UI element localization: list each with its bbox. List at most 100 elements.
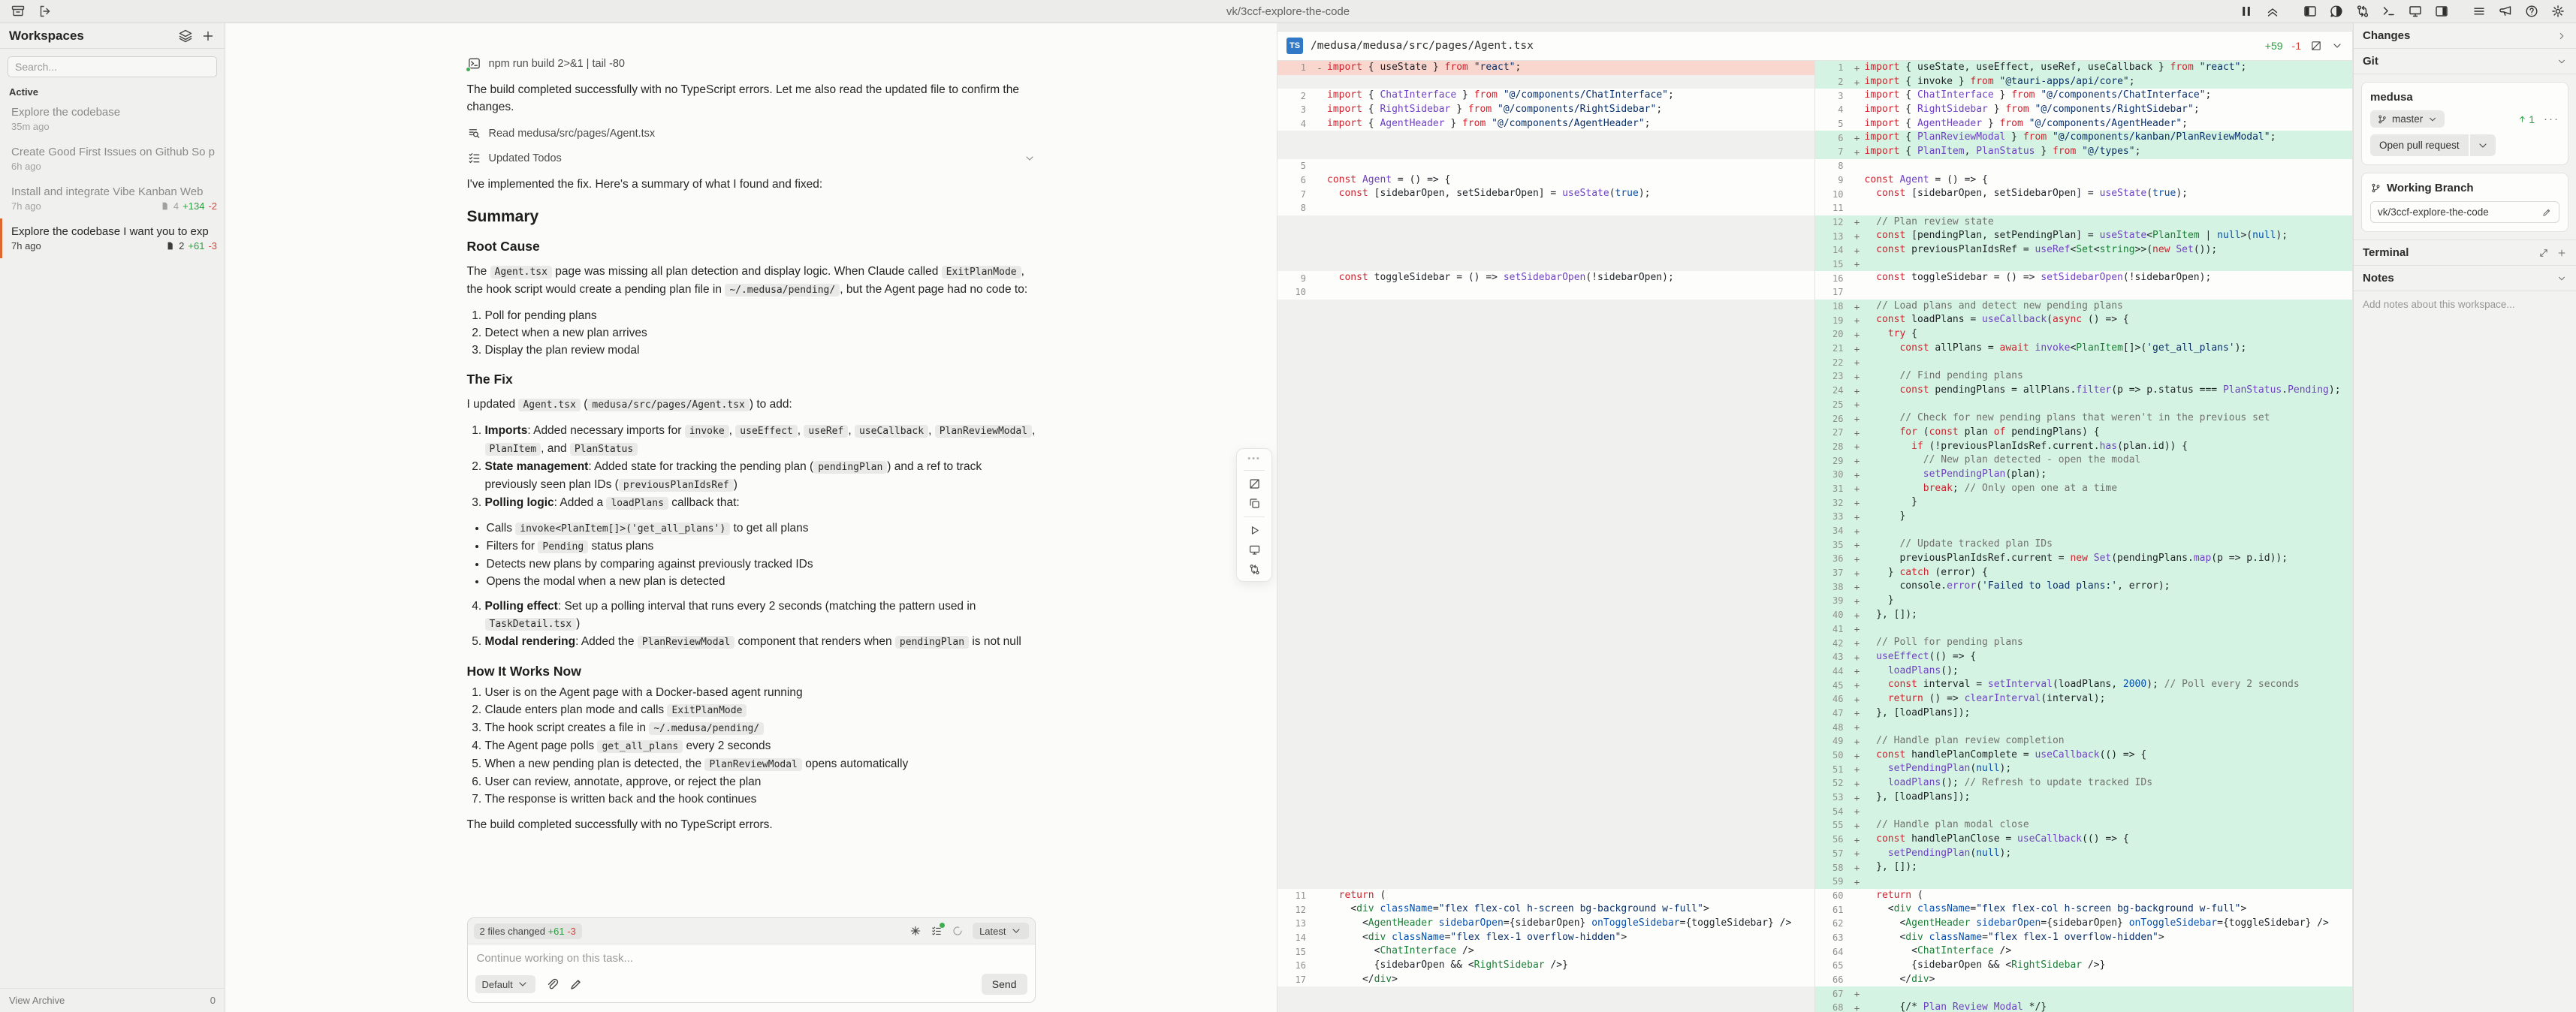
pause-icon[interactable] [2239,4,2254,19]
play-icon[interactable] [1248,524,1261,537]
add-terminal-icon[interactable] [2556,248,2567,258]
open-pull-request-button[interactable]: Open pull request [2370,134,2469,156]
diff-spacer [1277,622,1815,637]
workspace-list-item[interactable]: Explore the codebase35m ago [0,99,225,139]
diff-view-icon[interactable] [1248,477,1261,490]
diff-ctx-line: 8 [1815,159,2353,173]
inline-code: PlanItem [485,443,541,456]
monitor-icon[interactable] [1248,544,1261,556]
git-section-header[interactable]: Git [2354,49,2576,74]
diff-add-line: 46+ return () => clearInterval(interval)… [1815,692,2353,706]
diff-spacer [1277,552,1815,566]
diff-row: 44+ loadPlans(); [1277,664,2352,679]
diff-row: 35+ // Update tracked plan IDs [1277,538,2352,552]
code-text: </div> [1865,973,1935,987]
inline-code: pendingPlan [895,636,969,649]
send-button[interactable]: Send [982,974,1027,995]
copy-icon[interactable] [1248,497,1261,510]
line-number: 30 [1815,469,1850,480]
line-number: 61 [1815,905,1850,915]
sidebar-title: Workspaces [9,29,84,44]
layers-icon[interactable] [178,29,193,44]
workspace-list-item[interactable]: Explore the codebase I want you to exp7h… [0,218,225,258]
diff-marker: + [1850,62,1865,74]
line-number: 50 [1815,750,1850,761]
diff-ctx-line: 12 <div className="flex flex-col h-scree… [1277,902,1815,917]
edit-pencil-icon[interactable] [2541,207,2552,218]
diff-split-view[interactable]: 1-import { useState } from "react";1+imp… [1277,61,2352,1012]
code-text: </div> [1327,973,1398,987]
git-compare-icon[interactable] [2355,4,2370,19]
tool-call-row[interactable]: Read medusa/src/pages/Agent.tsx [467,126,1036,140]
monitor-icon[interactable] [2408,4,2423,19]
help-icon[interactable] [2524,4,2539,19]
settings-icon[interactable] [2550,4,2565,19]
additions-count: +61 [548,926,565,937]
line-number: 45 [1815,680,1850,691]
sign-out-icon[interactable] [38,4,53,19]
chat-scroll-area[interactable]: npm run build 2>&1 | tail -80The build c… [225,23,1277,917]
line-number: 9 [1277,273,1312,284]
drag-handle-icon[interactable]: ••• [1247,454,1261,463]
chevron-down-icon[interactable] [1024,152,1036,164]
diff-add-line: 38+ console.error('Failed to load plans:… [1815,580,2353,594]
notes-placeholder[interactable]: Add notes about this workspace... [2354,291,2576,318]
line-number: 60 [1815,890,1850,901]
menu-icon[interactable] [2472,4,2487,19]
line-number: 10 [1815,189,1850,200]
chevron-right-icon [2556,31,2567,41]
pull-request-options-button[interactable] [2470,134,2496,156]
tool-call-row[interactable]: Updated Todos [467,151,1036,165]
search-input[interactable] [8,56,217,77]
arrow-up-icon [2517,114,2527,124]
annotate-pen-icon[interactable] [569,977,584,992]
diff-row: 59+ [1277,875,2352,889]
chat-heading: How It Works Now [467,664,1036,679]
workspace-list-item[interactable]: Create Good First Issues on Github So p6… [0,139,225,179]
diff-spacer [1277,300,1815,314]
more-actions-button[interactable]: ··· [2544,113,2559,125]
notes-section-header[interactable]: Notes [2354,266,2576,291]
diff-ctx-line: 3import { ChatInterface } from "@/compon… [1815,89,2353,103]
branch-selector[interactable]: master [2370,110,2445,128]
files-changed-chip[interactable]: 2 files changed +61 -3 [474,923,582,939]
window-title: vk/3ccf-explore-the-code [1226,5,1350,18]
diff-view-icon[interactable] [2310,40,2322,52]
diff-spacer [1277,804,1815,818]
git-compare-icon[interactable] [1248,563,1261,576]
diff-spacer [1277,875,1815,889]
line-number: 32 [1815,498,1850,508]
diff-file-header[interactable]: TS /medusa/medusa/src/pages/Agent.tsx +5… [1277,32,2352,61]
chevron-down-icon[interactable] [2331,40,2343,52]
terminal-section-header[interactable]: Terminal [2354,240,2576,266]
diff-add-line: 45+ const interval = setInterval(loadPla… [1815,678,2353,692]
message-input[interactable]: Continue working on this task... [468,944,1035,969]
working-branch-field[interactable]: vk/3ccf-explore-the-code [2370,201,2559,223]
archive-icon[interactable] [11,4,26,19]
panel-left-icon[interactable] [2303,4,2318,19]
mode-dropdown[interactable]: Default [475,975,535,993]
changes-section-header[interactable]: Changes [2354,23,2576,49]
megaphone-icon[interactable] [2498,4,2513,19]
line-number: 1 [1277,62,1312,73]
chat-bubble-icon[interactable] [2329,4,2344,19]
latest-dropdown[interactable]: Latest [973,923,1028,939]
inline-code: useCallback [855,425,928,438]
workspace-list-item[interactable]: Install and integrate Vibe Kanban Web7h … [0,179,225,218]
attach-file-icon[interactable] [544,977,560,992]
line-number: 16 [1815,273,1850,284]
panel-right-icon[interactable] [2434,4,2449,19]
terminal-icon[interactable] [2381,4,2397,19]
collapse-up-icon[interactable] [2265,4,2280,19]
plus-icon[interactable] [201,29,216,44]
workspace-diff-stats: 2+61-3 [165,240,217,251]
code-text: // New plan detected - open the modal [1865,453,2141,468]
expand-icon[interactable] [2538,248,2549,258]
diff-row: 19+ const loadPlans = useCallback(async … [1277,313,2352,327]
spinner-icon[interactable] [952,925,964,937]
diff-marker: + [1850,694,1865,705]
spark-icon[interactable] [909,925,922,937]
view-archive-link[interactable]: View Archive [9,995,65,1006]
tool-call-row[interactable]: npm run build 2>&1 | tail -80 [467,56,1036,71]
todos-icon[interactable] [931,925,943,937]
